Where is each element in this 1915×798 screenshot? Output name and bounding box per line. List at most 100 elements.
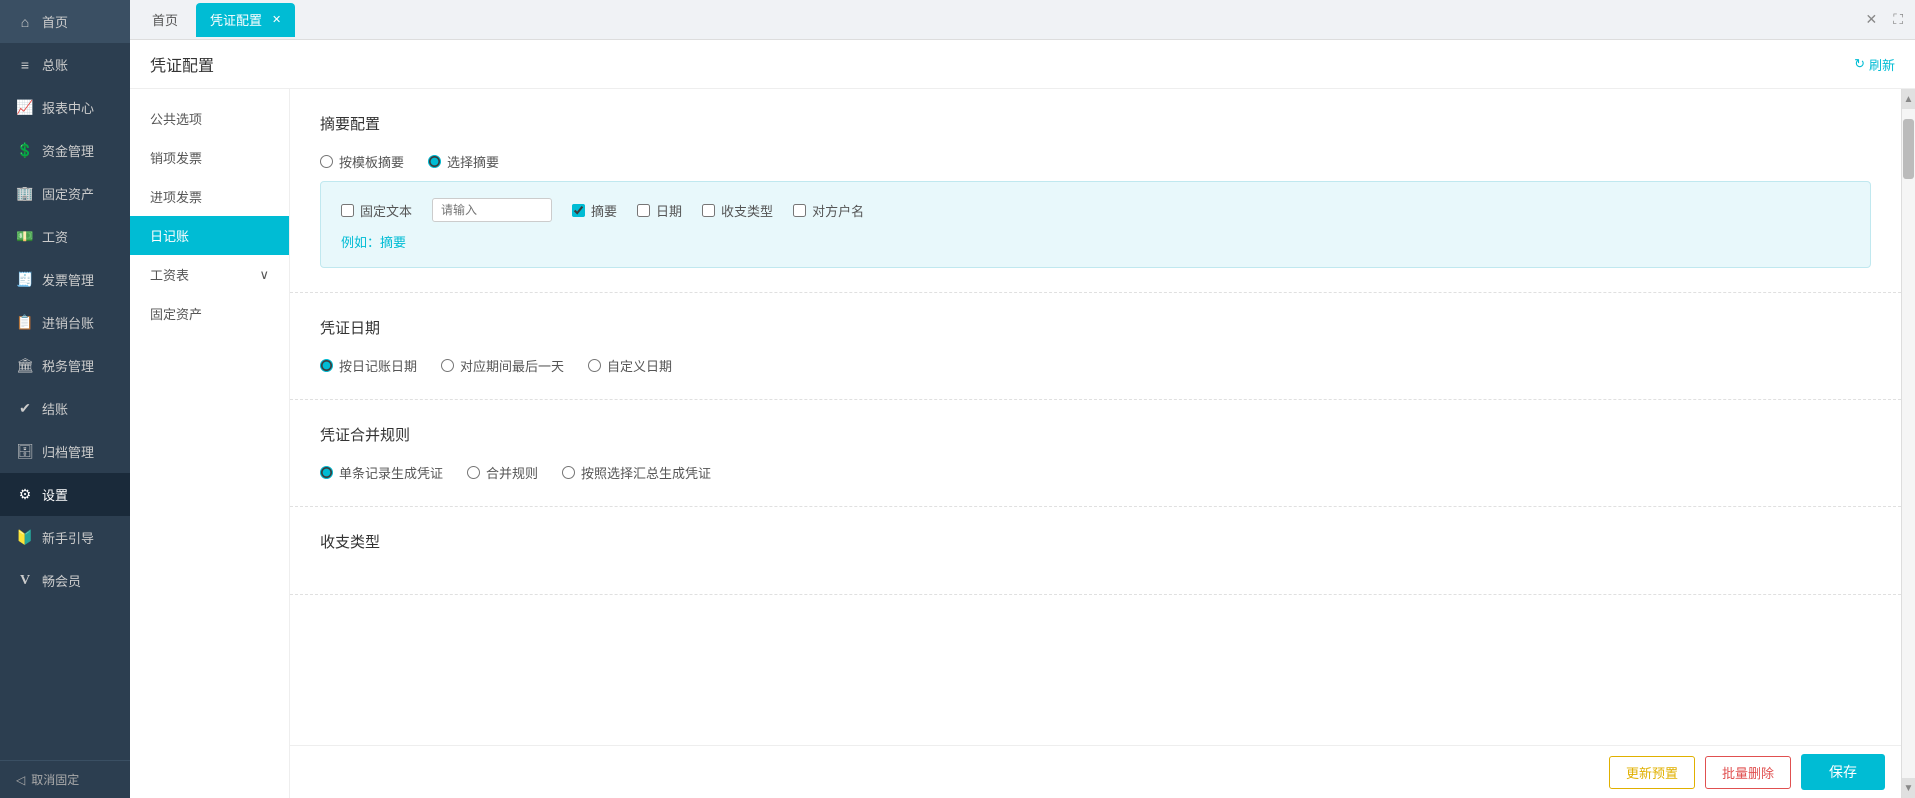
summary-title: 摘要配置 [320,113,1871,134]
radio-custom-date-input[interactable] [588,359,601,372]
chevron-down-icon: ∨ [259,267,269,283]
checkbox-date[interactable]: 日期 [637,201,682,220]
radio-single-input[interactable] [320,466,333,479]
page-title: 凭证配置 [150,52,214,76]
sidebar-item-invoice[interactable]: 🧾 发票管理 [0,258,130,301]
update-preview-button[interactable]: 更新预置 [1609,756,1695,789]
sidebar: ⌂ 首页 ≡ 总账 📈 报表中心 💲 资金管理 🏢 固定资产 💵 工资 🧾 发票… [0,0,130,798]
merge-title: 凭证合并规则 [320,424,1871,445]
guide-icon: 🔰 [16,529,34,546]
radio-journal-date-input[interactable] [320,359,333,372]
left-nav-purchase-invoice[interactable]: 进项发票 [130,177,289,216]
tab-actions: ✕ ⛶ [1861,9,1907,30]
checkbox-fixed-text[interactable]: 固定文本 [341,201,412,220]
page-content: 凭证配置 ↻ 刷新 公共选项 销项发票 进项发票 日记账 [130,40,1915,798]
checkbox-income-type-input[interactable] [702,204,715,217]
scroll-down-button[interactable]: ▼ [1902,778,1915,798]
tab-close-button[interactable]: ✕ [272,13,281,26]
radio-journal-date[interactable]: 按日记账日期 [320,356,417,375]
left-nav-journal[interactable]: 日记账 [130,216,289,255]
sidebar-bottom: ◁ 取消固定 [0,760,130,798]
tab-voucher-config[interactable]: 凭证配置 ✕ [196,3,295,37]
left-nav: 公共选项 销项发票 进项发票 日记账 工资表 ∨ 固定资产 [130,89,290,798]
scroll-indicator: ▲ ▼ [1901,89,1915,798]
date-radio-group: 按日记账日期 对应期间最后一天 自定义日期 [320,356,1871,375]
summary-section: 摘要配置 按模板摘要 选择摘要 [290,89,1901,293]
sidebar-item-guide[interactable]: 🔰 新手引导 [0,516,130,559]
invoice-icon: 🧾 [16,271,34,288]
checkbox-counterparty-input[interactable] [793,204,806,217]
stock-icon: 📋 [16,314,34,331]
radio-merge-rule[interactable]: 合并规则 [467,463,538,482]
sidebar-item-home[interactable]: ⌂ 首页 [0,0,130,43]
sidebar-item-stock[interactable]: 📋 进销台账 [0,301,130,344]
checkout-icon: ✔ [16,400,34,417]
batch-delete-button[interactable]: 批量删除 [1705,756,1791,789]
archive-icon: 🗄 [16,443,34,460]
vip-icon: V [16,573,34,589]
refresh-icon: ↻ [1854,56,1865,72]
sidebar-item-settings[interactable]: ⚙ 设置 [0,473,130,516]
ledger-icon: ≡ [16,57,34,73]
radio-summary-voucher[interactable]: 按照选择汇总生成凭证 [562,463,711,482]
left-nav-payroll[interactable]: 工资表 ∨ [130,255,289,294]
radio-custom-date[interactable]: 自定义日期 [588,356,672,375]
radio-merge-rule-input[interactable] [467,466,480,479]
radio-summary-voucher-input[interactable] [562,466,575,479]
scroll-thumb[interactable] [1903,119,1914,179]
date-title: 凭证日期 [320,317,1871,338]
tab-home[interactable]: 首页 [138,3,192,37]
page-header: 凭证配置 ↻ 刷新 [130,40,1915,89]
save-button[interactable]: 保存 [1801,754,1885,790]
sidebar-item-fund[interactable]: 💲 资金管理 [0,129,130,172]
summary-config-box: 固定文本 摘要 日期 [320,181,1871,268]
sidebar-item-tax[interactable]: 🏛 税务管理 [0,344,130,387]
radio-select-summary[interactable]: 选择摘要 [428,152,499,171]
main-area: 首页 凭证配置 ✕ ✕ ⛶ 凭证配置 ↻ 刷新 公共选项 [130,0,1915,798]
right-content: 摘要配置 按模板摘要 选择摘要 [290,89,1901,798]
left-nav-sales-invoice[interactable]: 销项发票 [130,138,289,177]
sidebar-item-reports[interactable]: 📈 报表中心 [0,86,130,129]
checkbox-summary-input[interactable] [572,204,585,217]
radio-single[interactable]: 单条记录生成凭证 [320,463,443,482]
radio-period-last[interactable]: 对应期间最后一天 [441,356,564,375]
radio-template-summary[interactable]: 按模板摘要 [320,152,404,171]
radio-template-input[interactable] [320,155,333,168]
left-nav-fixed-assets[interactable]: 固定资产 [130,294,289,333]
checkbox-income-type[interactable]: 收支类型 [702,201,773,220]
home-icon: ⌂ [16,14,34,30]
fixed-text-input[interactable] [432,198,552,222]
sidebar-item-ledger[interactable]: ≡ 总账 [0,43,130,86]
checkbox-summary[interactable]: 摘要 [572,201,617,220]
refresh-button[interactable]: ↻ 刷新 [1854,55,1895,74]
assets-icon: 🏢 [16,185,34,202]
checkbox-date-input[interactable] [637,204,650,217]
radio-select-input[interactable] [428,155,441,168]
content-body: 公共选项 销项发票 进项发票 日记账 工资表 ∨ 固定资产 [130,89,1915,798]
sidebar-item-vip[interactable]: V 畅会员 [0,559,130,602]
scroll-up-button[interactable]: ▲ [1902,89,1915,109]
merge-section: 凭证合并规则 单条记录生成凭证 合并规则 按照选择汇总生成凭证 [290,400,1901,507]
scroll-track [1902,109,1915,778]
checkbox-fixed-text-input[interactable] [341,204,354,217]
fund-icon: 💲 [16,142,34,159]
sidebar-item-salary[interactable]: 💵 工资 [0,215,130,258]
pin-icon: ◁ [16,773,25,787]
close-window-button[interactable]: ✕ [1861,9,1881,30]
sidebar-item-checkout[interactable]: ✔ 结账 [0,387,130,430]
radio-period-last-input[interactable] [441,359,454,372]
salary-icon: 💵 [16,228,34,245]
merge-radio-group: 单条记录生成凭证 合并规则 按照选择汇总生成凭证 [320,463,1871,482]
summary-checkbox-row: 固定文本 摘要 日期 [341,198,1850,222]
fullscreen-button[interactable]: ⛶ [1889,9,1907,30]
reports-icon: 📈 [16,99,34,116]
checkbox-counterparty[interactable]: 对方户名 [793,201,864,220]
sidebar-item-archive[interactable]: 🗄 归档管理 [0,430,130,473]
sidebar-pin-button[interactable]: ◁ 取消固定 [0,761,130,798]
settings-icon: ⚙ [16,486,34,503]
summary-example: 例如：摘要 [341,232,1850,251]
sidebar-item-assets[interactable]: 🏢 固定资产 [0,172,130,215]
summary-radio-group: 按模板摘要 选择摘要 [320,152,1871,171]
tax-icon: 🏛 [16,357,34,374]
left-nav-common[interactable]: 公共选项 [130,99,289,138]
